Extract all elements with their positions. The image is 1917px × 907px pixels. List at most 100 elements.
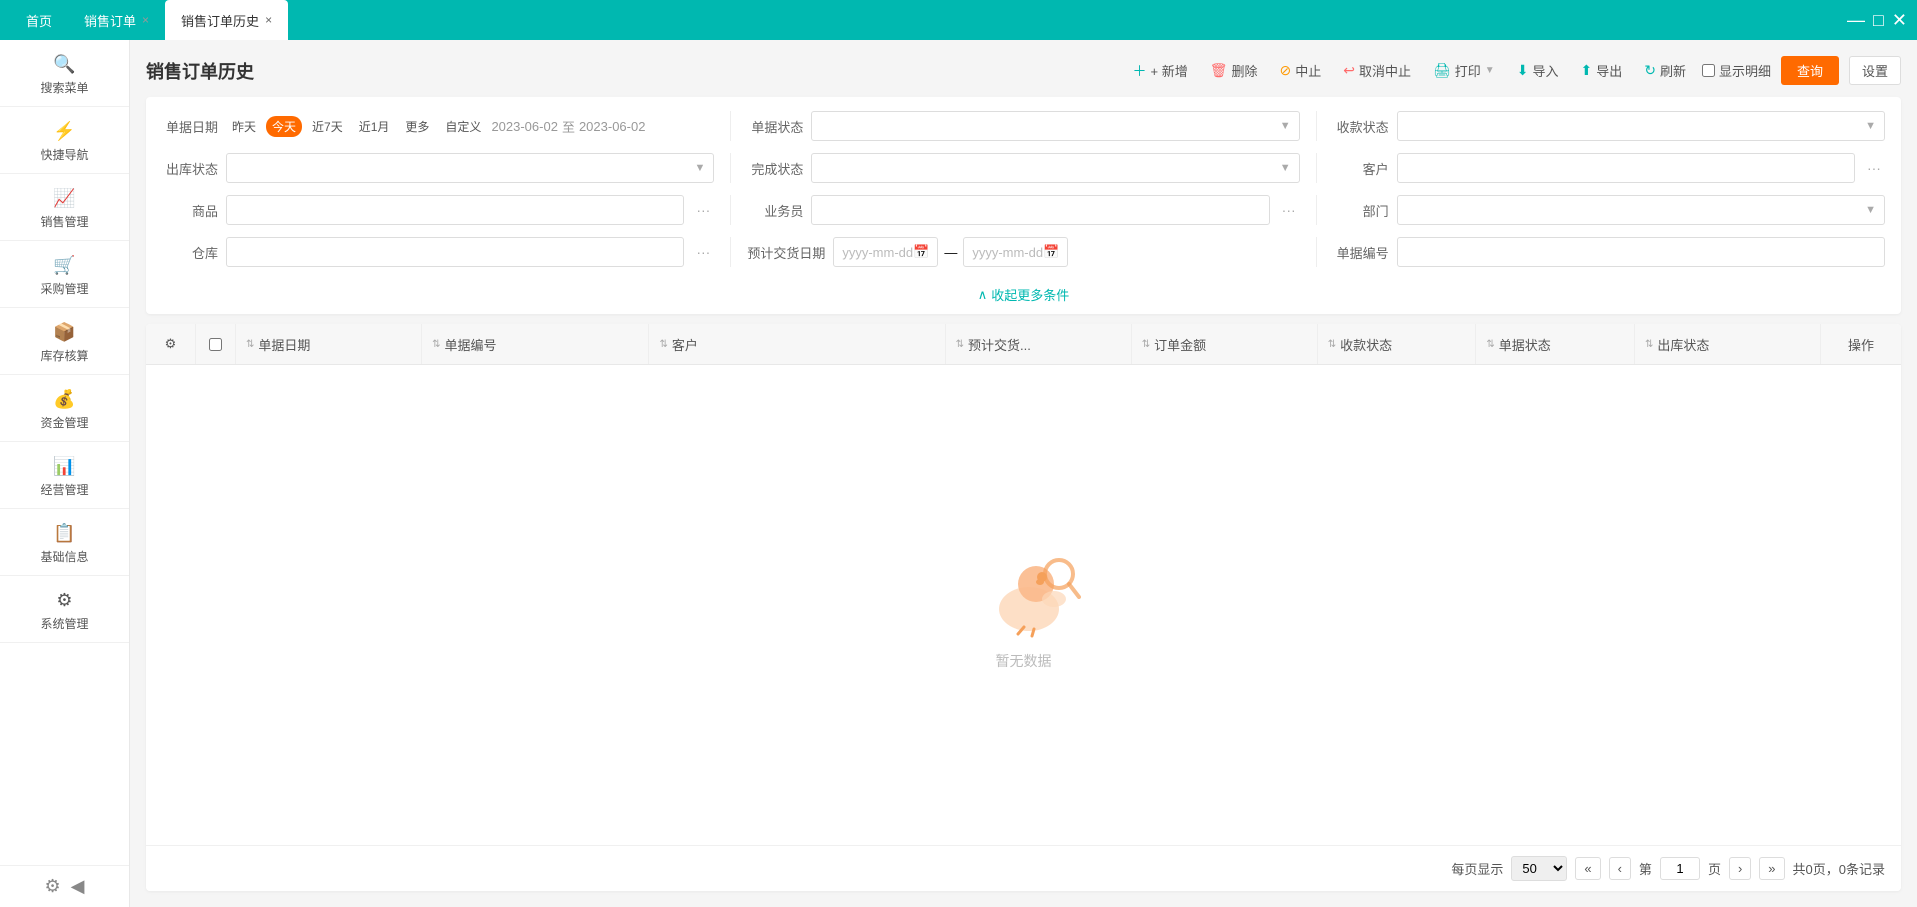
th-no[interactable]: ⇅ 单据编号: [422, 324, 649, 364]
collapse-row[interactable]: ∧ 收起更多条件: [162, 279, 1885, 314]
calendar-end-icon: 📅: [1043, 244, 1059, 260]
tab-sales-order[interactable]: 销售订单 ×: [68, 0, 165, 40]
minimize-icon[interactable]: —: [1847, 10, 1865, 31]
filter-divider-3: [730, 153, 731, 183]
cancel-stop-label: 取消中止: [1359, 61, 1411, 80]
tab-home[interactable]: 首页: [10, 0, 68, 40]
settings-gear-icon: ⚙: [165, 336, 177, 352]
warehouse-label: 仓库: [162, 243, 218, 262]
page-number-input[interactable]: [1660, 857, 1700, 880]
tab-sales-order-history-close[interactable]: ×: [265, 13, 272, 27]
warehouse-input[interactable]: [226, 237, 684, 267]
sidebar-item-system-mgmt[interactable]: ⚙ 系统管理: [0, 576, 129, 643]
print-icon: 🖨: [1433, 62, 1451, 79]
order-status-select[interactable]: ▼: [811, 111, 1299, 141]
system-mgmt-icon: ⚙: [56, 590, 72, 611]
pagination-bar: 每页显示 10 20 50 100 « ‹ 第 页 › » 共0页，0条记录: [146, 845, 1901, 891]
order-status-arrow: ▼: [1280, 120, 1291, 132]
sidebar-item-quick-nav[interactable]: ⚡ 快捷导航: [0, 107, 129, 174]
quick-nav-icon: ⚡: [53, 121, 75, 142]
cancel-stop-icon: ↩: [1343, 62, 1355, 79]
th-order-status[interactable]: ⇅ 单据状态: [1476, 324, 1635, 364]
customer-dots[interactable]: ···: [1863, 160, 1885, 176]
sidebar-item-sales-mgmt[interactable]: 📈 销售管理: [0, 174, 129, 241]
th-out-status[interactable]: ⇅ 出库状态: [1635, 324, 1821, 364]
show-detail-checkbox-label[interactable]: 显示明细: [1702, 61, 1771, 80]
per-page-select[interactable]: 10 20 50 100: [1511, 856, 1567, 881]
next-page-button[interactable]: ›: [1729, 857, 1751, 880]
th-pay-status[interactable]: ⇅ 收款状态: [1318, 324, 1477, 364]
shortcut-yesterday[interactable]: 昨天: [226, 116, 262, 137]
th-date-label: 单据日期: [258, 335, 310, 354]
tab-sales-order-close[interactable]: ×: [142, 13, 149, 27]
delivery-date-end[interactable]: yyyy-mm-dd 📅: [963, 237, 1068, 267]
filter-dept: 部门 ▼: [1333, 195, 1885, 225]
salesman-dots[interactable]: ···: [1278, 202, 1300, 218]
sidebar-item-inventory[interactable]: 📦 库存核算: [0, 308, 129, 375]
th-settings[interactable]: ⚙: [146, 324, 196, 364]
maximize-icon[interactable]: □: [1873, 10, 1884, 31]
delivery-date-start[interactable]: yyyy-mm-dd 📅: [833, 237, 938, 267]
shortcut-today[interactable]: 今天: [266, 116, 302, 137]
date-label: 单据日期: [162, 117, 218, 136]
filter-divider-4: [1316, 153, 1317, 183]
export-button[interactable]: ⬆ 导出: [1574, 57, 1628, 84]
print-button[interactable]: 🖨 打印 ▼: [1427, 57, 1501, 84]
th-checkbox[interactable]: [196, 324, 236, 364]
goods-dots[interactable]: ···: [692, 202, 714, 218]
cancel-stop-button[interactable]: ↩ 取消中止: [1337, 57, 1417, 84]
th-delivery[interactable]: ⇅ 预计交货...: [946, 324, 1132, 364]
import-button[interactable]: ⬇ 导入: [1511, 57, 1565, 84]
date-shortcuts: 昨天 今天 近7天 近1月 更多 自定义: [226, 116, 487, 137]
search-button[interactable]: 查询: [1781, 56, 1839, 85]
new-icon: ＋: [1132, 61, 1146, 81]
order-no-input[interactable]: [1397, 237, 1885, 267]
out-status-select[interactable]: ▼: [226, 153, 714, 183]
complete-status-arrow: ▼: [1280, 162, 1291, 174]
last-page-button[interactable]: »: [1759, 857, 1784, 880]
select-all-checkbox[interactable]: [209, 338, 222, 351]
th-amount[interactable]: ⇅ 订单金额: [1132, 324, 1318, 364]
sidebar-item-finance[interactable]: 💰 资金管理: [0, 375, 129, 442]
sidebar-item-purchase-mgmt[interactable]: 🛒 采购管理: [0, 241, 129, 308]
delete-button[interactable]: 🗑 删除: [1204, 57, 1264, 84]
filter-warehouse: 仓库 ···: [162, 237, 714, 267]
sidebar-bottom: ⚙ ◀: [0, 865, 129, 907]
empty-illustration: [974, 539, 1074, 639]
shortcut-custom[interactable]: 自定义: [439, 116, 487, 137]
sidebar-item-operations[interactable]: 📊 经营管理: [0, 442, 129, 509]
sidebar-collapse-icon[interactable]: ◀: [71, 876, 85, 897]
complete-status-select[interactable]: ▼: [811, 153, 1299, 183]
shortcut-more[interactable]: 更多: [399, 116, 435, 137]
th-delivery-label: 预计交货...: [968, 335, 1031, 354]
pay-status-select[interactable]: ▼: [1397, 111, 1885, 141]
stop-button[interactable]: ⊘ 中止: [1274, 57, 1328, 84]
page-label: 第: [1639, 859, 1652, 878]
refresh-button[interactable]: ↻ 刷新: [1638, 57, 1692, 84]
prev-page-button[interactable]: ‹: [1609, 857, 1631, 880]
warehouse-dots[interactable]: ···: [692, 244, 714, 260]
empty-state: 暂无数据: [146, 365, 1901, 845]
close-window-icon[interactable]: ✕: [1892, 10, 1907, 31]
sidebar-settings-icon[interactable]: ⚙: [45, 876, 61, 897]
first-page-button[interactable]: «: [1575, 857, 1600, 880]
shortcut-7days[interactable]: 近7天: [306, 116, 349, 137]
dept-select[interactable]: ▼: [1397, 195, 1885, 225]
shortcut-1month[interactable]: 近1月: [353, 116, 396, 137]
salesman-input[interactable]: [811, 195, 1269, 225]
sidebar-item-search-menu[interactable]: 🔍 搜索菜单: [0, 40, 129, 107]
th-date[interactable]: ⇅ 单据日期: [236, 324, 422, 364]
calendar-start-icon: 📅: [913, 244, 929, 260]
new-button[interactable]: ＋ + 新增: [1126, 57, 1193, 85]
settings-button[interactable]: 设置: [1849, 56, 1901, 85]
goods-input[interactable]: [226, 195, 684, 225]
filter-date: 单据日期 昨天 今天 近7天 近1月 更多 自定义 2023-06-02 至: [162, 116, 714, 137]
show-detail-checkbox[interactable]: [1702, 64, 1715, 77]
date-range-separator: 至: [562, 117, 575, 136]
tab-sales-order-history[interactable]: 销售订单历史 ×: [165, 0, 288, 40]
delete-label: 删除: [1231, 61, 1257, 80]
sidebar-item-base-info[interactable]: 📋 基础信息: [0, 509, 129, 576]
th-customer[interactable]: ⇅ 客户: [649, 324, 945, 364]
tab-sales-order-label: 销售订单: [84, 11, 136, 30]
customer-input[interactable]: [1397, 153, 1855, 183]
